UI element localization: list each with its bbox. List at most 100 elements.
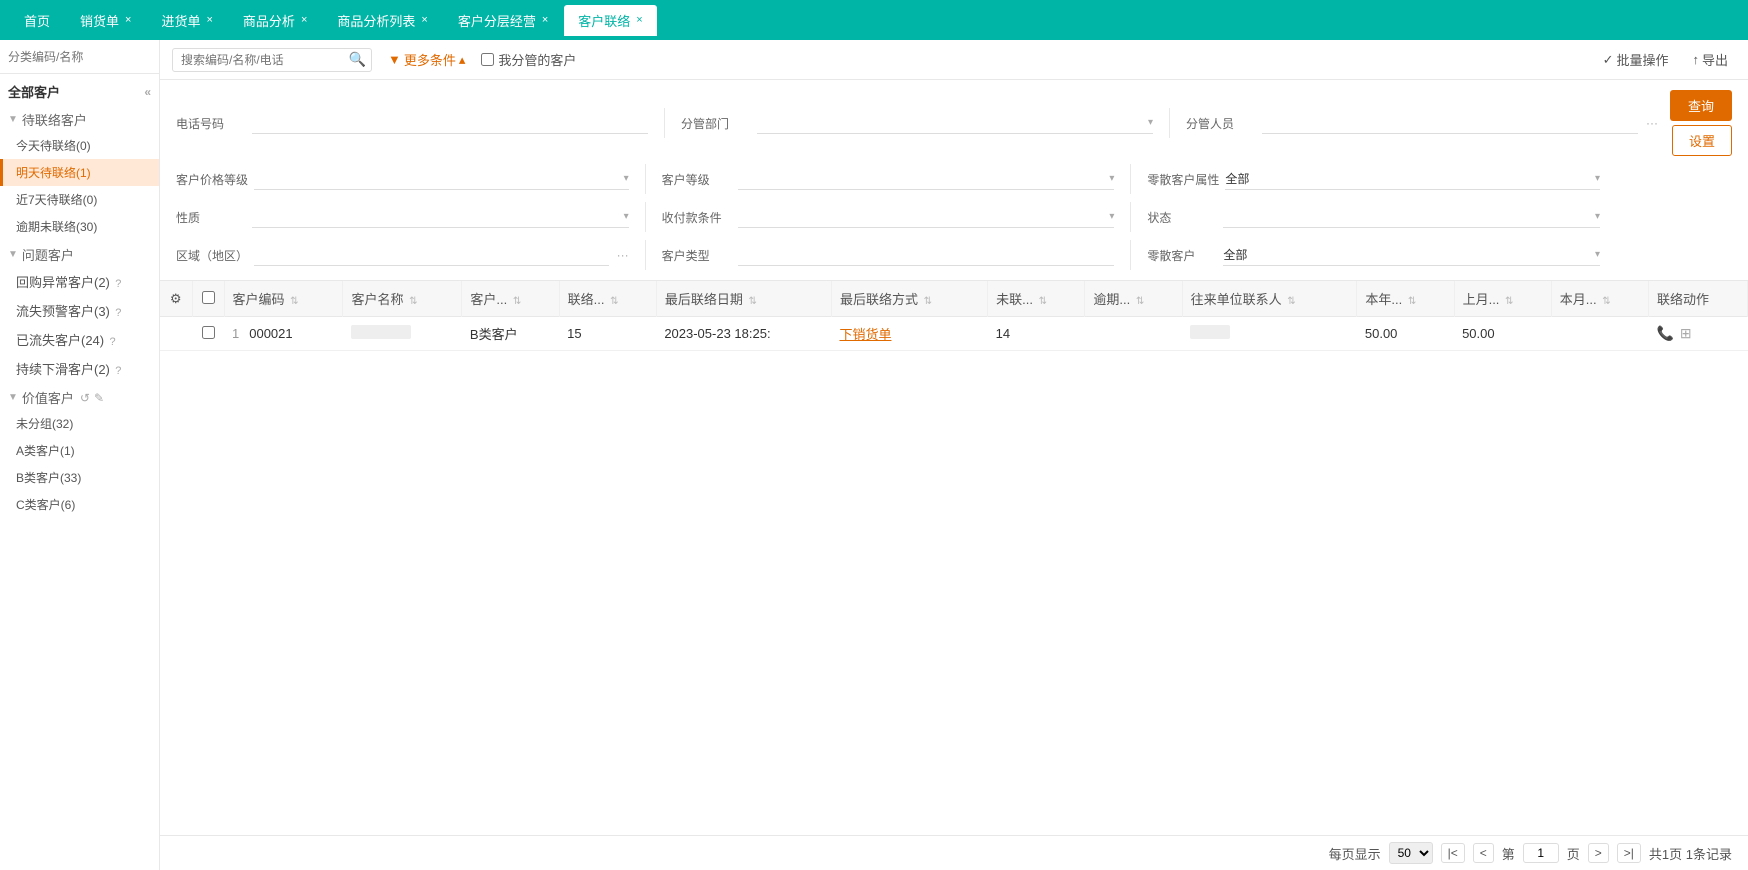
sidebar-item-7days[interactable]: 近7天待联络(0): [0, 186, 159, 213]
export-button[interactable]: ↑ 导出: [1684, 46, 1736, 73]
select-all-checkbox[interactable]: [202, 291, 215, 304]
nav-item-5[interactable]: 客户联络 ×: [564, 5, 656, 36]
value-level-wrap: ▾: [254, 169, 629, 190]
col-person[interactable]: 往来单位联系人 ⇅: [1182, 281, 1357, 317]
sidebar-item-abnormal[interactable]: 回购异常客户(2) ?: [0, 267, 159, 296]
col-year-amount[interactable]: 本年... ⇅: [1357, 281, 1454, 317]
col-last-method[interactable]: 最后联络方式 ⇅: [831, 281, 987, 317]
question-icon[interactable]: ?: [109, 336, 115, 348]
filter-panel: 电话号码 分管部门 ▾ 分管人员 ···: [160, 80, 1748, 281]
retail-attr-field: 零散客户属性 全部 ▾: [1147, 169, 1600, 190]
row-contact-count: 15: [559, 317, 656, 351]
sidebar-item-class-b[interactable]: B类客户(33): [0, 464, 159, 491]
row-this-month: [1551, 317, 1648, 351]
sidebar-item-lost[interactable]: 已流失客户(24) ?: [0, 325, 159, 354]
close-icon[interactable]: ×: [206, 14, 212, 26]
sidebar-group-value[interactable]: ▼ 价值客户 ↺ ✎: [0, 383, 159, 410]
col-code[interactable]: 客户编码 ⇅: [224, 281, 343, 317]
all-customers-header[interactable]: 全部客户 «: [0, 74, 159, 105]
question-icon[interactable]: ?: [115, 365, 121, 377]
retail-attr-label: 零散客户属性: [1147, 171, 1219, 188]
refresh-icon[interactable]: ↺: [80, 391, 90, 405]
sidebar-group-problem[interactable]: ▼ 问题客户: [0, 240, 159, 267]
col-this-month[interactable]: 本月... ⇅: [1551, 281, 1648, 317]
gender-select[interactable]: [252, 207, 622, 227]
nav-item-3[interactable]: 商品分析列表 ×: [323, 5, 441, 36]
close-icon[interactable]: ×: [421, 14, 427, 26]
col-name[interactable]: 客户名称 ⇅: [343, 281, 462, 317]
customer-level-select[interactable]: [738, 169, 1108, 189]
question-icon[interactable]: ?: [115, 278, 121, 290]
customer-type-input[interactable]: [738, 245, 1115, 266]
phone-field: 电话号码: [176, 113, 648, 134]
reset-button[interactable]: 设置: [1672, 125, 1732, 156]
collapse-icon[interactable]: «: [144, 85, 151, 99]
batch-op-button[interactable]: ✓ 批量操作: [1595, 46, 1677, 73]
nav-item-4[interactable]: 客户分层经营 ×: [444, 5, 562, 36]
row-num: [192, 317, 224, 351]
dept-select[interactable]: [757, 113, 1146, 133]
retail-customer-select[interactable]: 全部: [1223, 245, 1593, 265]
sidebar-search-input[interactable]: [8, 50, 160, 64]
sidebar-item-tomorrow[interactable]: 明天待联络(1): [0, 159, 159, 186]
value-level-select[interactable]: [254, 169, 622, 189]
last-page-button[interactable]: >|: [1617, 843, 1641, 863]
filter-icon: ▼: [388, 52, 401, 67]
close-icon[interactable]: ×: [301, 14, 307, 26]
region-dots[interactable]: ···: [617, 248, 629, 262]
page-num-input[interactable]: [1523, 843, 1559, 863]
nav-item-1[interactable]: 进货单 ×: [147, 5, 226, 36]
manager-dots[interactable]: ···: [1646, 116, 1658, 130]
phone-input[interactable]: [252, 113, 648, 134]
dept-label: 分管部门: [681, 115, 751, 132]
col-type[interactable]: 客户... ⇅: [462, 281, 559, 317]
sidebar-item-class-a[interactable]: A类客户(1): [0, 437, 159, 464]
sidebar-group-pending[interactable]: ▼ 待联络客户: [0, 105, 159, 132]
my-customers-checkbox-wrap[interactable]: 我分管的客户: [481, 50, 576, 69]
sidebar-item-today[interactable]: 今天待联络(0): [0, 132, 159, 159]
first-page-button[interactable]: |<: [1441, 843, 1465, 863]
nav-home[interactable]: 首页: [10, 5, 64, 36]
sidebar-item-ungrouped[interactable]: 未分组(32): [0, 410, 159, 437]
page-num-label: 第: [1502, 844, 1515, 863]
chevron-down-icon: ▾: [1109, 173, 1114, 184]
nav-item-0[interactable]: 销货单 ×: [66, 5, 145, 36]
col-contact-count[interactable]: 联络... ⇅: [559, 281, 656, 317]
sidebar-item-lost-warning[interactable]: 流失预警客户(3) ?: [0, 296, 159, 325]
phone-action-icon[interactable]: 📞: [1656, 325, 1673, 342]
chevron-down-icon: ▾: [1148, 117, 1153, 128]
query-button[interactable]: 查询: [1670, 90, 1732, 121]
col-no-contact[interactable]: 未联... ⇅: [988, 281, 1085, 317]
all-customers-label: 全部客户: [8, 82, 60, 101]
status-select[interactable]: [1223, 207, 1593, 227]
page-size-select[interactable]: 50: [1389, 842, 1433, 864]
search-input[interactable]: [172, 48, 372, 72]
data-table: ⚙ 客户编码 ⇅ 客户名称 ⇅ 客户... ⇅: [160, 281, 1748, 351]
payment-select[interactable]: [738, 207, 1108, 227]
question-icon[interactable]: ?: [115, 307, 121, 319]
search-submit-icon[interactable]: 🔍: [349, 51, 366, 68]
region-input[interactable]: [254, 245, 609, 266]
sidebar-item-class-c[interactable]: C类客户(6): [0, 491, 159, 518]
nav-item-2[interactable]: 商品分析 ×: [229, 5, 321, 36]
more-filters-button[interactable]: ▼ 更多条件 ▴: [380, 46, 473, 73]
row-checkbox[interactable]: [202, 326, 215, 339]
next-page-button[interactable]: >: [1588, 843, 1609, 863]
row-last-method[interactable]: 下销货单: [831, 317, 987, 351]
grid-action-icon[interactable]: ⊞: [1680, 325, 1692, 342]
sidebar-item-declining[interactable]: 持续下滑客户(2) ?: [0, 354, 159, 383]
col-last-month[interactable]: 上月... ⇅: [1454, 281, 1551, 317]
col-settings[interactable]: ⚙: [160, 281, 192, 317]
close-icon[interactable]: ×: [125, 14, 131, 26]
edit-icon[interactable]: ✎: [94, 391, 104, 405]
prev-page-button[interactable]: <: [1473, 843, 1494, 863]
retail-attr-select[interactable]: 全部: [1225, 169, 1593, 189]
close-icon[interactable]: ×: [542, 14, 548, 26]
col-last-date[interactable]: 最后联络日期 ⇅: [656, 281, 831, 317]
col-overdue[interactable]: 逾期... ⇅: [1085, 281, 1182, 317]
sidebar-item-overdue[interactable]: 逾期未联络(30): [0, 213, 159, 240]
last-method-link[interactable]: 下销货单: [839, 327, 891, 342]
close-icon[interactable]: ×: [636, 14, 642, 26]
my-customers-checkbox[interactable]: [481, 53, 494, 66]
manager-input[interactable]: [1262, 113, 1638, 134]
